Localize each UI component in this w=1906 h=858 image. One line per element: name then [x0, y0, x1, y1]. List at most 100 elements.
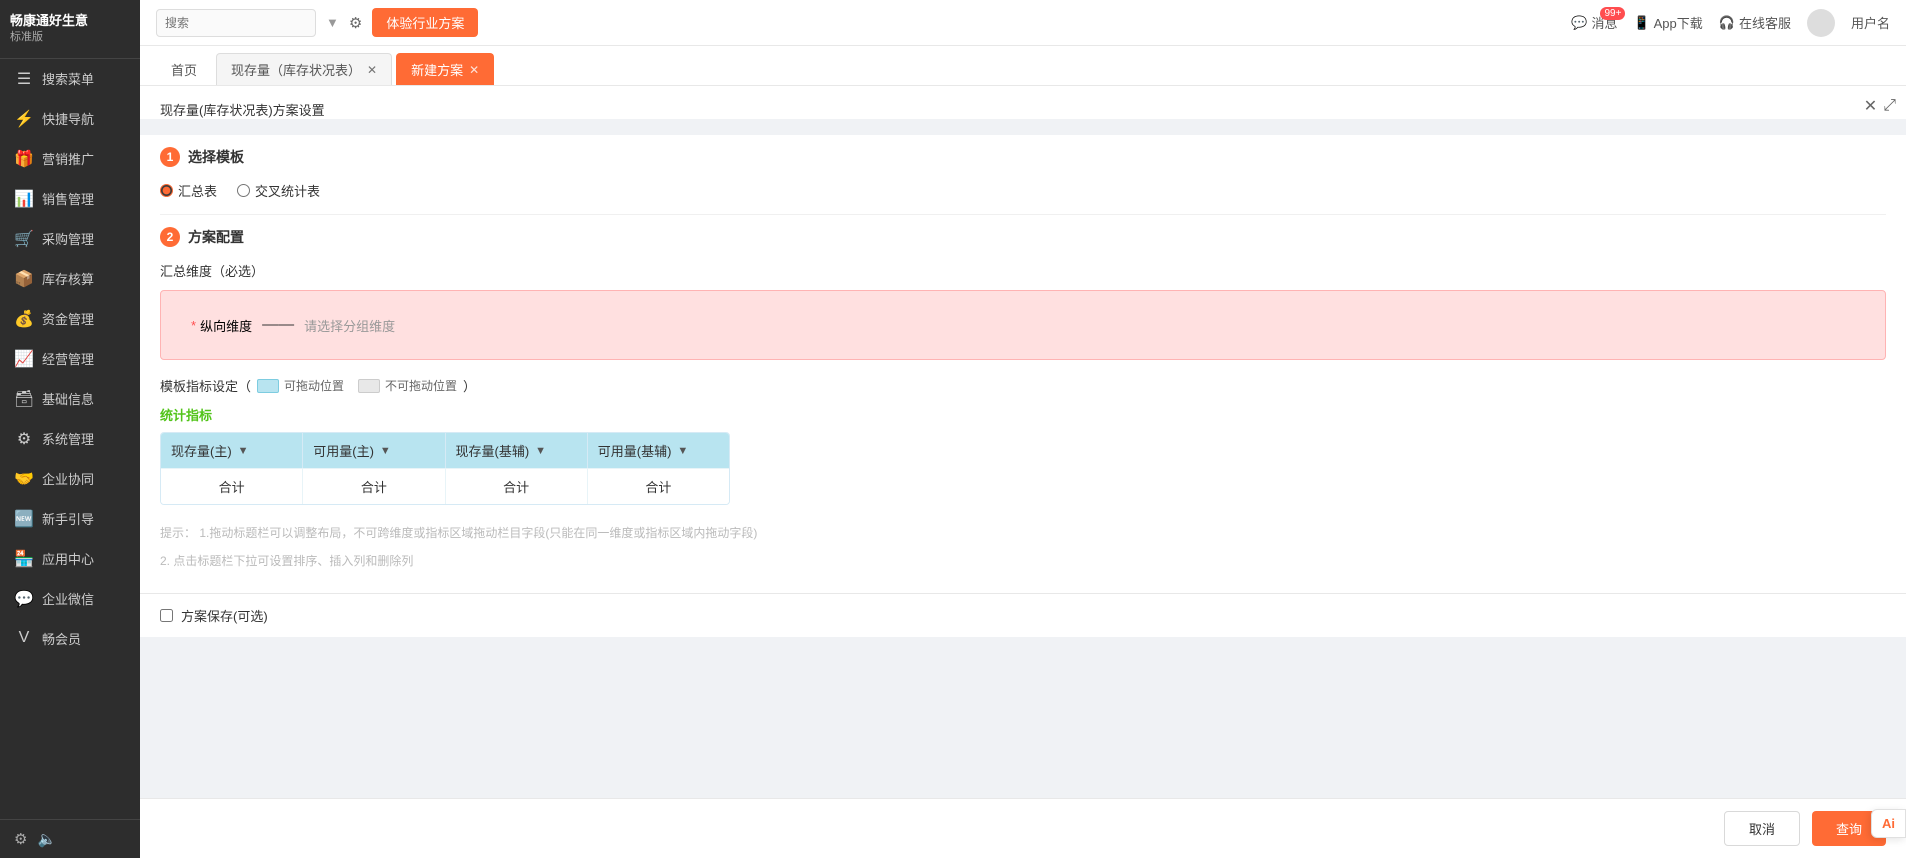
sidebar-label-14: 畅会员: [42, 629, 81, 648]
dim-required-mark: *: [191, 318, 196, 333]
volume-icon[interactable]: 🔈: [37, 830, 56, 848]
tab-inventory[interactable]: 现存量（库存状况表） ✕: [216, 53, 392, 85]
col-chevron-0[interactable]: ▼: [238, 445, 249, 457]
panel-controls: ✕ ⤢: [1864, 96, 1896, 116]
cancel-button[interactable]: 取消: [1724, 811, 1800, 846]
experience-button[interactable]: 体验行业方案: [372, 8, 478, 37]
tab-new-plan-close-icon[interactable]: ✕: [469, 63, 479, 77]
step1-title: 选择模板: [188, 147, 244, 167]
gear-icon[interactable]: ⚙: [349, 14, 362, 32]
sidebar-item-0[interactable]: ☰搜索菜单: [0, 59, 140, 99]
sidebar-label-7: 经营管理: [42, 349, 94, 368]
sidebar-icon-14: V: [14, 629, 34, 647]
tab-new-plan-label: 新建方案: [411, 60, 463, 79]
col-label-1: 可用量(主): [313, 441, 374, 460]
topbar-right: 💬 消息 99+ 📱 App下载 🎧 在线客服 用户名: [1571, 9, 1890, 37]
tip-2: 2. 点击标题栏下拉可设置排序、插入列和删除列: [160, 549, 1886, 573]
sidebar-label-6: 资金管理: [42, 309, 94, 328]
sidebar-item-14[interactable]: V 畅会员: [0, 619, 140, 658]
panel-header: 现存量(库存状况表)方案设置 ✕ ⤢: [140, 86, 1906, 119]
col-chevron-1[interactable]: ▼: [380, 445, 391, 457]
sidebar-icon-12: 🏪: [14, 549, 34, 569]
sidebar-item-11[interactable]: 🆕新手引导: [0, 499, 140, 539]
service-icon: 🎧: [1719, 15, 1735, 31]
radio-summary[interactable]: 汇总表: [160, 181, 217, 200]
sidebar-label-1: 快捷导航: [42, 109, 94, 128]
sidebar-label-11: 新手引导: [42, 509, 94, 528]
app-name: 畅康通好生意: [10, 12, 130, 30]
sidebar-label-3: 销售管理: [42, 189, 94, 208]
sidebar-item-2[interactable]: 🎁 营销推广: [0, 139, 140, 179]
sidebar-label-9: 系统管理: [42, 429, 94, 448]
sidebar-item-8[interactable]: 🗃基础信息: [0, 379, 140, 419]
legend-draggable-label: 可拖动位置: [284, 377, 344, 394]
col-chevron-3[interactable]: ▼: [677, 445, 688, 457]
page-title: 现存量(库存状况表)方案设置: [160, 100, 1886, 119]
sidebar-item-9[interactable]: ⚙ 系统管理: [0, 419, 140, 459]
col-label-0: 现存量(主): [171, 441, 232, 460]
indicator-label: 模板指标设定（ 可拖动位置 不可拖动位置 ）: [160, 376, 1886, 395]
settings-icon[interactable]: ⚙: [14, 830, 27, 848]
sidebar-item-3[interactable]: 📊 销售管理: [0, 179, 140, 219]
sidebar-icon-2: 🎁: [14, 149, 34, 169]
close-panel-button[interactable]: ✕: [1864, 96, 1877, 116]
tab-inventory-close-icon[interactable]: ✕: [367, 63, 377, 77]
legend-draggable: 可拖动位置: [257, 377, 344, 394]
sidebar-label-12: 应用中心: [42, 549, 94, 568]
col-label-2: 现存量(基辅): [456, 441, 530, 460]
sidebar-label-13: 企业微信: [42, 589, 94, 608]
step1-badge: 1: [160, 147, 180, 167]
dropdown-arrow-icon[interactable]: ▼: [326, 15, 339, 30]
radio-summary-label: 汇总表: [178, 181, 217, 200]
tab-new-plan[interactable]: 新建方案 ✕: [396, 53, 494, 85]
stats-header-1: 可用量(主) ▼: [303, 433, 445, 468]
radio-cross[interactable]: 交叉统计表: [237, 181, 320, 200]
tabs-bar: 首页 现存量（库存状况表） ✕ 新建方案 ✕: [140, 46, 1906, 86]
stats-data-3: 合计: [588, 468, 729, 504]
message-btn[interactable]: 💬 消息 99+: [1571, 13, 1617, 32]
expand-panel-button[interactable]: ⤢: [1883, 96, 1896, 116]
col-chevron-2[interactable]: ▼: [535, 445, 546, 457]
indicator-section: 模板指标设定（ 可拖动位置 不可拖动位置 ） 统计指标: [160, 376, 1886, 505]
username: 用户名: [1851, 13, 1890, 32]
dim-placeholder[interactable]: 请选择分组维度: [304, 316, 395, 335]
message-icon: 💬: [1571, 15, 1587, 31]
step2-title: 方案配置: [188, 227, 244, 247]
sidebar-icon-3: 📊: [14, 189, 34, 209]
ai-badge[interactable]: Ai: [1871, 809, 1906, 838]
stats-table: 现存量(主)▼可用量(主)▼现存量(基辅)▼可用量(基辅)▼ 合计合计合计合计: [160, 432, 730, 505]
sidebar-item-5[interactable]: 📦库存核算: [0, 259, 140, 299]
tab-home[interactable]: 首页: [156, 53, 212, 85]
sidebar-item-4[interactable]: 🛒采购管理: [0, 219, 140, 259]
footer-bar: 取消 查询: [140, 798, 1906, 858]
sidebar-item-1[interactable]: ⚡ 快捷导航: [0, 99, 140, 139]
avatar[interactable]: [1807, 9, 1835, 37]
sidebar-item-13[interactable]: 💬企业微信: [0, 579, 140, 619]
indicator-legend: 可拖动位置 不可拖动位置: [257, 377, 457, 394]
radio-summary-input[interactable]: [160, 184, 173, 197]
online-service-btn[interactable]: 🎧 在线客服: [1719, 13, 1791, 32]
save-option-section: 方案保存(可选): [140, 593, 1906, 637]
sidebar-label-8: 基础信息: [42, 389, 94, 408]
app-download-btn[interactable]: 📱 App下载: [1633, 13, 1702, 32]
sidebar-item-10[interactable]: 🤝企业协同: [0, 459, 140, 499]
app-edition: 标准版: [10, 30, 130, 45]
stats-header-0: 现存量(主) ▼: [161, 433, 303, 468]
dim-arrow: ——: [262, 316, 294, 334]
sidebar-icon-7: 📈: [14, 349, 34, 369]
step1-header: 1 选择模板: [160, 147, 1886, 167]
sidebar-icon-9: ⚙: [14, 429, 34, 449]
sidebar-item-6[interactable]: 💰资金管理: [0, 299, 140, 339]
search-input[interactable]: [156, 9, 316, 37]
sidebar-item-7[interactable]: 📈 经营管理: [0, 339, 140, 379]
stats-data-1: 合计: [303, 468, 445, 504]
sidebar-label-2: 营销推广: [42, 149, 94, 168]
sidebar-item-12[interactable]: 🏪 应用中心: [0, 539, 140, 579]
indicator-label-text: 模板指标设定（: [160, 376, 251, 395]
save-label: 方案保存(可选): [181, 606, 268, 625]
step1-section: 1 选择模板 汇总表 交叉统计表 2 方案配置 汇总维度（必选）: [140, 135, 1906, 593]
stats-label: 统计指标: [160, 405, 1886, 424]
save-checkbox[interactable]: [160, 609, 173, 622]
radio-cross-input[interactable]: [237, 184, 250, 197]
sidebar-icon-1: ⚡: [14, 109, 34, 129]
